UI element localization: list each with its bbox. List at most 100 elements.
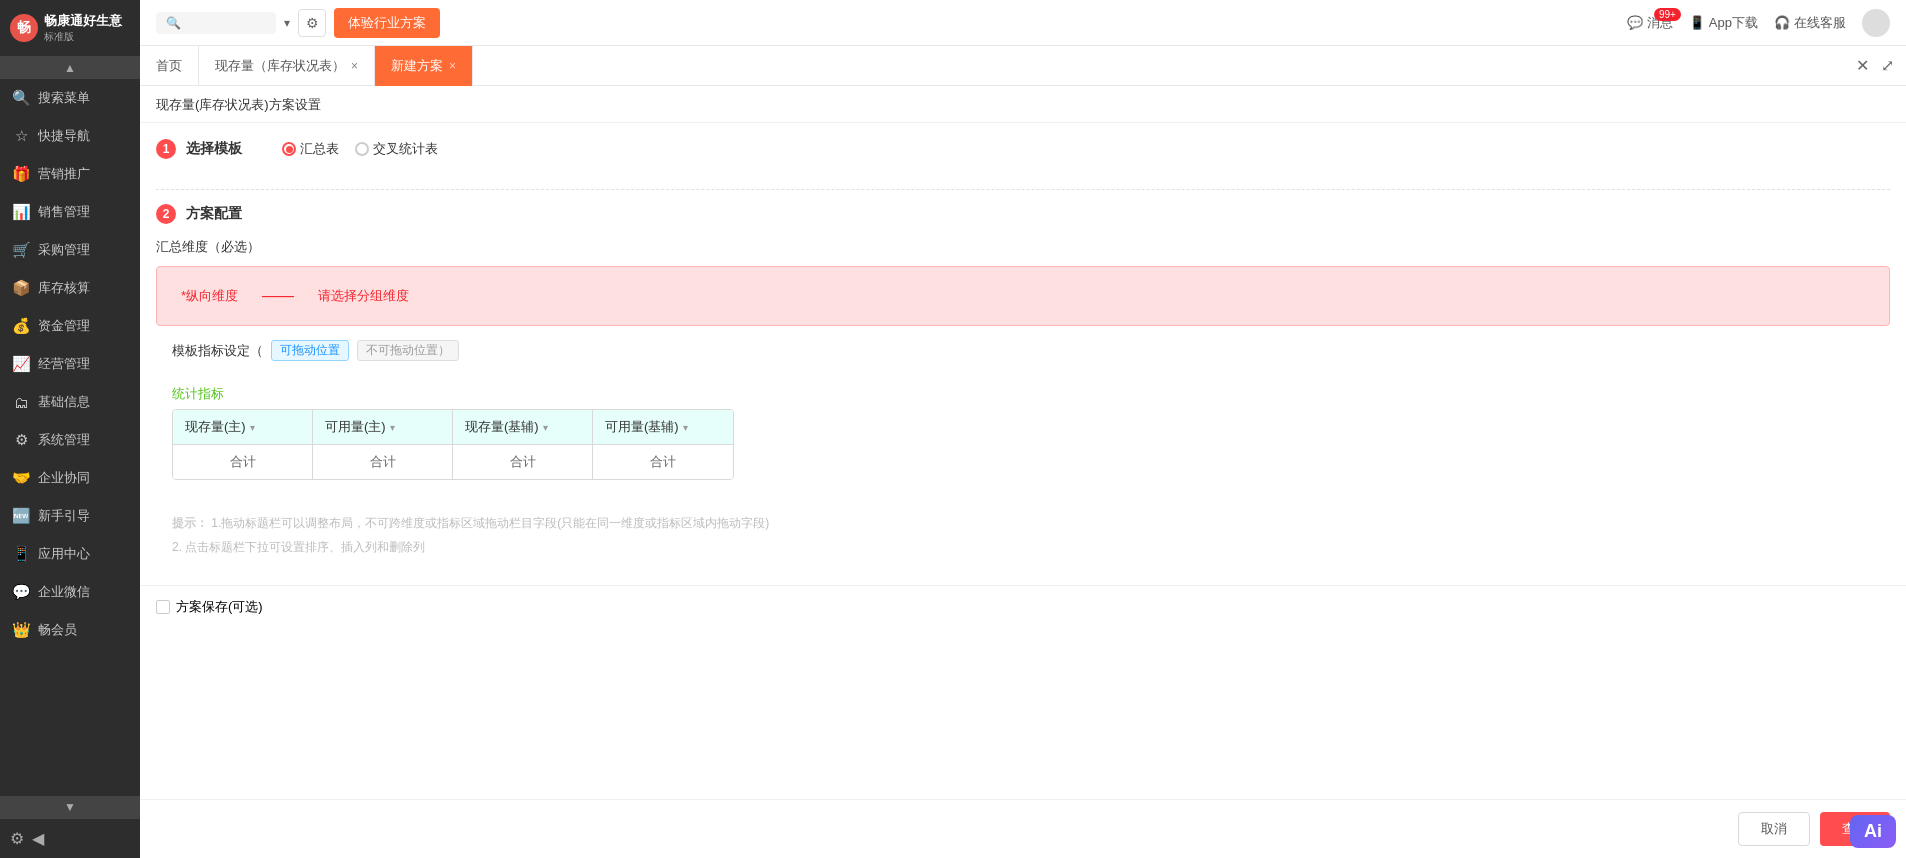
sidebar-item-label: 营销推广 [38, 165, 90, 183]
stats-col-4-cell: 合计 [593, 445, 733, 479]
save-checkbox[interactable] [156, 600, 170, 614]
service-icon: 🎧 [1774, 15, 1790, 30]
tab-close-button[interactable]: ✕ [1852, 52, 1873, 79]
box-icon: 📦 [12, 279, 30, 297]
sidebar-item-marketing[interactable]: 🎁 营销推广 [0, 155, 140, 193]
dropdown-arrow[interactable]: ▾ [284, 16, 290, 30]
radio-summary-label: 汇总表 [300, 140, 339, 158]
sidebar-item-system[interactable]: ⚙ 系统管理 [0, 421, 140, 459]
dimension-required-label: 汇总维度（必选） [156, 238, 1890, 256]
page-title: 现存量(库存状况表)方案设置 [140, 86, 1906, 123]
sidebar-item-cooperation[interactable]: 🤝 企业协同 [0, 459, 140, 497]
message-item[interactable]: 💬 消息 99+ [1627, 14, 1673, 32]
stats-col-2-header[interactable]: 可用量(主) ▾ [313, 410, 453, 444]
tab-inventory-close[interactable]: × [351, 59, 358, 73]
message-badge: 99+ [1654, 8, 1681, 21]
gear-button[interactable]: ⚙ [298, 9, 326, 37]
stats-col-4-header[interactable]: 可用量(基辅) ▾ [593, 410, 733, 444]
folder-icon: 🗂 [12, 393, 30, 411]
settings-icon[interactable]: ⚙ [10, 829, 24, 848]
sidebar-item-search[interactable]: 🔍 搜索菜单 [0, 79, 140, 117]
radio-summary-dot [282, 142, 296, 156]
sidebar-item-label: 采购管理 [38, 241, 90, 259]
indicator-settings: 模板指标设定（ 可拖动位置 不可拖动位置） [156, 340, 1890, 385]
topbar: 🔍 ▾ ⚙ 体验行业方案 💬 消息 99+ 📱 App下载 🎧 在线客服 [140, 0, 1906, 46]
sidebar-item-management[interactable]: 📈 经营管理 [0, 345, 140, 383]
ai-badge[interactable]: Ai [1850, 815, 1896, 848]
sidebar-item-finance[interactable]: 💰 资金管理 [0, 307, 140, 345]
chevron-down-icon-1: ▾ [250, 422, 255, 433]
sidebar-item-wechat[interactable]: 💬 企业微信 [0, 573, 140, 611]
stats-col-3-value: 合计 [510, 453, 536, 471]
app-download-item[interactable]: 📱 App下载 [1689, 14, 1758, 32]
topbar-search-box[interactable]: 🔍 [156, 12, 276, 34]
online-service-item[interactable]: 🎧 在线客服 [1774, 14, 1846, 32]
stats-col-2-cell: 合计 [313, 445, 453, 479]
chevron-down-icon-3: ▾ [543, 422, 548, 433]
sidebar-item-label: 经营管理 [38, 355, 90, 373]
drag-badge: 可拖动位置 [271, 340, 349, 361]
tab-new-plan[interactable]: 新建方案 × [375, 46, 473, 86]
tabs-actions: ✕ ⤢ [1852, 52, 1906, 79]
sidebar-item-app-center[interactable]: 📱 应用中心 [0, 535, 140, 573]
sidebar-scroll-down[interactable]: ▼ [0, 796, 140, 818]
tab-inventory[interactable]: 现存量（库存状况表） × [199, 46, 375, 86]
radio-cross[interactable]: 交叉统计表 [355, 140, 438, 158]
trial-button[interactable]: 体验行业方案 [334, 8, 440, 38]
main-area: 🔍 ▾ ⚙ 体验行业方案 💬 消息 99+ 📱 App下载 🎧 在线客服 [140, 0, 1906, 858]
new-icon: 🆕 [12, 507, 30, 525]
step2-section: 2 方案配置 汇总维度（必选） *纵向维度 —— 请选择分组维度 模板指标设定（… [140, 204, 1906, 585]
tab-expand-button[interactable]: ⤢ [1877, 52, 1898, 79]
stats-section: 统计指标 现存量(主) ▾ 可用量(主) ▾ [156, 385, 1890, 499]
dimension-placeholder: 请选择分组维度 [318, 287, 409, 305]
sidebar-item-basic-info[interactable]: 🗂 基础信息 [0, 383, 140, 421]
radio-summary[interactable]: 汇总表 [282, 140, 339, 158]
sidebar-scroll-up[interactable]: ▲ [0, 57, 140, 79]
user-avatar[interactable] [1862, 9, 1890, 37]
stats-col-2-label: 可用量(主) [325, 418, 386, 436]
crown-icon: 👑 [12, 621, 30, 639]
money-icon: 💰 [12, 317, 30, 335]
app-download-label: App下载 [1709, 14, 1758, 32]
search-icon: 🔍 [12, 89, 30, 107]
stats-col-4-value: 合计 [650, 453, 676, 471]
sidebar-item-inventory[interactable]: 📦 库存核算 [0, 269, 140, 307]
sidebar-item-sales[interactable]: 📊 销售管理 [0, 193, 140, 231]
tips-1: 1.拖动标题栏可以调整布局，不可跨维度或指标区域拖动栏目字段(只能在同一维度或指… [211, 516, 769, 530]
step2-title: 方案配置 [186, 205, 242, 223]
sidebar-item-purchase[interactable]: 🛒 采购管理 [0, 231, 140, 269]
sidebar-item-member[interactable]: 👑 畅会员 [0, 611, 140, 649]
logo-text: 畅康通好生意 标准版 [44, 12, 122, 44]
step2-badge: 2 [156, 204, 176, 224]
chevron-down-icon-4: ▾ [683, 422, 688, 433]
stats-table: 现存量(主) ▾ 可用量(主) ▾ 现存量(基辅) ▾ [172, 409, 734, 480]
sidebar-item-quicknav[interactable]: ☆ 快捷导航 [0, 117, 140, 155]
cart-icon: 🛒 [12, 241, 30, 259]
dimension-area[interactable]: *纵向维度 —— 请选择分组维度 [156, 266, 1890, 326]
sidebar-item-newguide[interactable]: 🆕 新手引导 [0, 497, 140, 535]
indicator-label-text: 模板指标设定（ [172, 342, 263, 360]
dimension-separator: —— [262, 287, 294, 305]
tab-new-plan-label: 新建方案 [391, 57, 443, 75]
stats-col-3-header[interactable]: 现存量(基辅) ▾ [453, 410, 593, 444]
tab-home[interactable]: 首页 [140, 46, 199, 86]
trending-icon: 📈 [12, 355, 30, 373]
tab-home-label: 首页 [156, 57, 182, 75]
sidebar-item-label: 企业微信 [38, 583, 90, 601]
sidebar-item-label: 搜索菜单 [38, 89, 90, 107]
stats-col-1-header[interactable]: 现存量(主) ▾ [173, 410, 313, 444]
vertical-dimension-label: *纵向维度 [181, 287, 238, 305]
radio-cross-label: 交叉统计表 [373, 140, 438, 158]
collapse-icon[interactable]: ◀ [32, 829, 44, 848]
sidebar-footer: ⚙ ◀ [0, 818, 140, 858]
sidebar-logo: 畅 畅康通好生意 标准版 [10, 12, 130, 44]
tab-new-plan-close[interactable]: × [449, 59, 456, 73]
tips-title: 提示： [172, 516, 208, 530]
stats-section-label: 统计指标 [172, 385, 1874, 403]
radio-cross-dot [355, 142, 369, 156]
logo-icon: 畅 [10, 14, 38, 42]
app-icon: 📱 [1689, 15, 1705, 30]
cancel-button[interactable]: 取消 [1738, 812, 1810, 846]
step1-title: 选择模板 [186, 140, 242, 158]
sidebar-item-label: 快捷导航 [38, 127, 90, 145]
